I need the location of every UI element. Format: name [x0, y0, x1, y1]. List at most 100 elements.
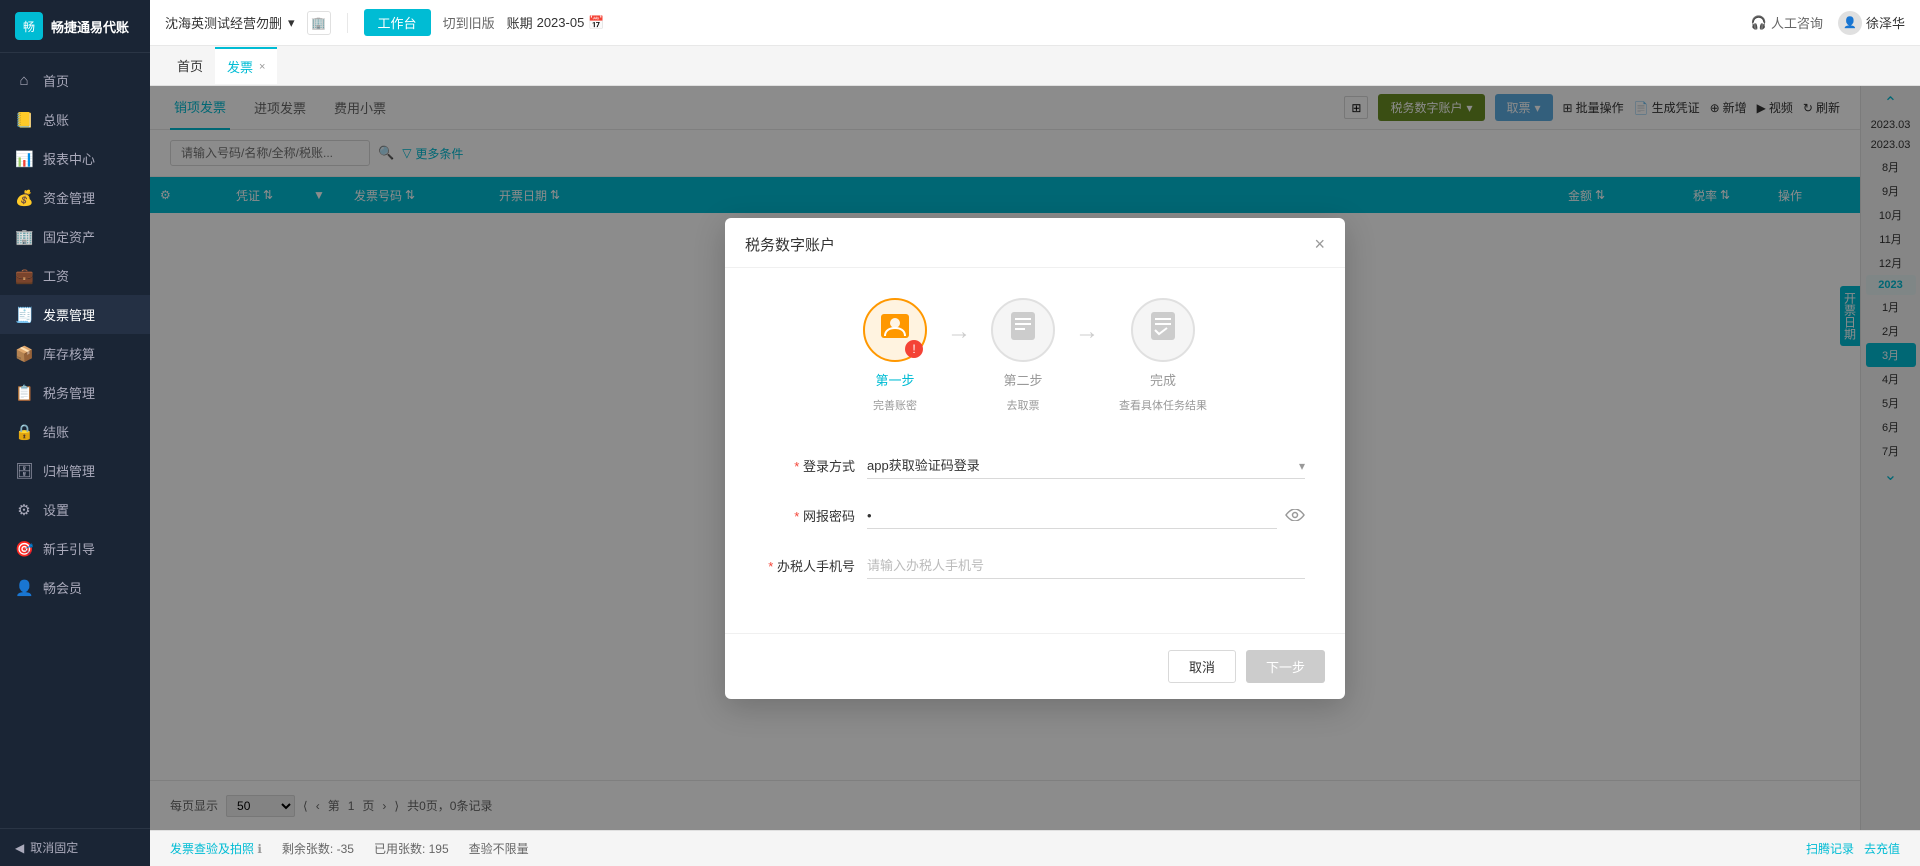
- step-1-error-icon: !: [905, 340, 923, 358]
- tabbar: 首页 发票 ×: [150, 46, 1920, 86]
- recharge-link[interactable]: 去充值: [1864, 840, 1900, 857]
- sidebar-item-funds[interactable]: 💰 资金管理: [0, 178, 150, 217]
- sidebar-item-label: 畅会员: [43, 578, 82, 597]
- step-2-icon: [1005, 308, 1041, 351]
- sidebar-item-reports[interactable]: 📊 报表中心: [0, 139, 150, 178]
- switch-version-button[interactable]: 切到旧版: [443, 13, 495, 32]
- sidebar-item-label: 结账: [43, 422, 69, 441]
- settings-icon: ⚙: [15, 501, 33, 519]
- modal-digital-account: 税务数字账户 ×: [725, 218, 1345, 699]
- sidebar-item-label: 新手引导: [43, 539, 95, 558]
- workspace-button[interactable]: 工作台: [364, 9, 431, 36]
- member-icon: 👤: [15, 579, 33, 597]
- topbar: 沈海英测试经营勿删 ▾ 🏢 工作台 切到旧版 账期 2023-05 📅 🎧 人工…: [150, 0, 1920, 46]
- used-count: 已用张数: 195: [374, 840, 449, 857]
- tab-home[interactable]: 首页: [165, 48, 215, 83]
- step-arrow-1: →: [947, 318, 971, 346]
- ledger-icon: 📒: [15, 111, 33, 129]
- sidebar-item-settings[interactable]: ⚙ 设置: [0, 490, 150, 529]
- sidebar-item-salary[interactable]: 💼 工资: [0, 256, 150, 295]
- sidebar-item-label: 库存核算: [43, 344, 95, 363]
- modal-header: 税务数字账户 ×: [725, 218, 1345, 268]
- divider: [347, 13, 348, 33]
- step-2-icon-wrap: [991, 298, 1055, 362]
- modal-title: 税务数字账户: [745, 234, 835, 255]
- step-1-label: 第一步: [875, 370, 914, 389]
- password-label: * 网报密码: [765, 506, 855, 525]
- password-toggle-icon[interactable]: [1277, 508, 1305, 524]
- sidebar-item-label: 总账: [43, 110, 69, 129]
- sidebar-item-tax[interactable]: 📋 税务管理: [0, 373, 150, 412]
- login-method-control: app获取验证码登录 ▾: [867, 453, 1305, 479]
- password-input[interactable]: [867, 503, 1277, 529]
- info-icon: ℹ: [257, 842, 262, 856]
- tab-close-icon[interactable]: ×: [259, 61, 265, 73]
- service-button[interactable]: 🎧 人工咨询: [1751, 13, 1823, 32]
- step-2-label: 第二步: [1003, 370, 1042, 389]
- sidebar-item-label: 首页: [43, 71, 69, 90]
- period-display: 账期 2023-05 📅: [507, 13, 605, 32]
- query-unlimited: 查验不限量: [469, 840, 529, 857]
- step-3-label: 完成: [1150, 370, 1176, 389]
- closing-icon: 🔒: [15, 423, 33, 441]
- salary-icon: 💼: [15, 267, 33, 285]
- main-content: 沈海英测试经营勿删 ▾ 🏢 工作台 切到旧版 账期 2023-05 📅 🎧 人工…: [150, 0, 1920, 866]
- sidebar-item-member[interactable]: 👤 畅会员: [0, 568, 150, 607]
- fixed-icon: 🏢: [15, 228, 33, 246]
- sidebar-item-label: 设置: [43, 500, 69, 519]
- sidebar: 畅 畅捷通易代账 ⌂ 首页 📒 总账 📊 报表中心 💰 资金管理 🏢: [0, 0, 150, 866]
- step-1-icon-wrap: !: [863, 298, 927, 362]
- logo-text: 畅捷通易代账: [51, 17, 129, 36]
- sidebar-unpin[interactable]: ◀ 取消固定: [0, 828, 150, 866]
- modal-footer: 取消 下一步: [725, 633, 1345, 699]
- sidebar-item-ledger[interactable]: 📒 总账: [0, 100, 150, 139]
- invoice-icon: 🧾: [15, 306, 33, 324]
- company-card-icon: 🏢: [311, 16, 326, 30]
- check-link[interactable]: 发票查验及拍照: [170, 842, 254, 856]
- form-row-phone: * 办税人手机号: [765, 553, 1305, 579]
- sidebar-item-label: 工资: [43, 266, 69, 285]
- avatar: 👤: [1838, 11, 1862, 35]
- sidebar-item-guide[interactable]: 🎯 新手引导: [0, 529, 150, 568]
- funds-icon: 💰: [15, 189, 33, 207]
- sidebar-logo: 畅 畅捷通易代账: [0, 0, 150, 53]
- sidebar-item-closing[interactable]: 🔒 结账: [0, 412, 150, 451]
- user-menu[interactable]: 👤 徐泽华: [1838, 11, 1905, 35]
- scan-records-link[interactable]: 扫腾记录: [1806, 840, 1854, 857]
- sidebar-item-home[interactable]: ⌂ 首页: [0, 61, 150, 100]
- bottom-links: 扫腾记录 去充值: [1806, 840, 1900, 857]
- avatar-icon: 👤: [1843, 16, 1857, 29]
- inventory-icon: 📦: [15, 345, 33, 363]
- next-button[interactable]: 下一步: [1246, 650, 1325, 683]
- sidebar-item-label: 资金管理: [43, 188, 95, 207]
- password-control: [867, 503, 1305, 529]
- tab-invoice[interactable]: 发票 ×: [215, 47, 277, 84]
- sidebar-item-label: 固定资产: [43, 227, 95, 246]
- step-3: 完成 查看具体任务结果: [1119, 298, 1207, 413]
- sidebar-item-invoice[interactable]: 🧾 发票管理: [0, 295, 150, 334]
- login-method-select[interactable]: app获取验证码登录: [867, 453, 1305, 479]
- sidebar-item-inventory[interactable]: 📦 库存核算: [0, 334, 150, 373]
- company-selector[interactable]: 沈海英测试经营勿删 ▾: [165, 13, 295, 32]
- step-3-icon-wrap: [1131, 298, 1195, 362]
- step-2-desc: 去取票: [1007, 397, 1040, 413]
- step-1-desc: 完善账密: [873, 397, 917, 413]
- sidebar-item-fixed[interactable]: 🏢 固定资产: [0, 217, 150, 256]
- cancel-button[interactable]: 取消: [1168, 650, 1236, 683]
- sidebar-item-label: 报表中心: [43, 149, 95, 168]
- sidebar-item-archive[interactable]: 🗄 归档管理: [0, 451, 150, 490]
- unpin-icon: ◀: [15, 841, 24, 855]
- sidebar-item-label: 发票管理: [43, 305, 95, 324]
- check-label: 发票查验及拍照 ℹ: [170, 840, 262, 857]
- modal-close-button[interactable]: ×: [1314, 234, 1325, 255]
- calendar-icon[interactable]: 📅: [588, 15, 604, 31]
- form-row-login-method: * 登录方式 app获取验证码登录 ▾: [765, 453, 1305, 479]
- logo-icon: 畅: [15, 12, 43, 40]
- sidebar-nav: ⌂ 首页 📒 总账 📊 报表中心 💰 资金管理 🏢 固定资产 💼 工资: [0, 53, 150, 828]
- step-3-desc: 查看具体任务结果: [1119, 397, 1207, 413]
- phone-input[interactable]: [867, 553, 1305, 579]
- company-icon-btn[interactable]: 🏢: [307, 11, 331, 35]
- modal-body: ! 第一步 完善账密 →: [725, 268, 1345, 633]
- login-method-label: * 登录方式: [765, 456, 855, 475]
- phone-control: [867, 553, 1305, 579]
